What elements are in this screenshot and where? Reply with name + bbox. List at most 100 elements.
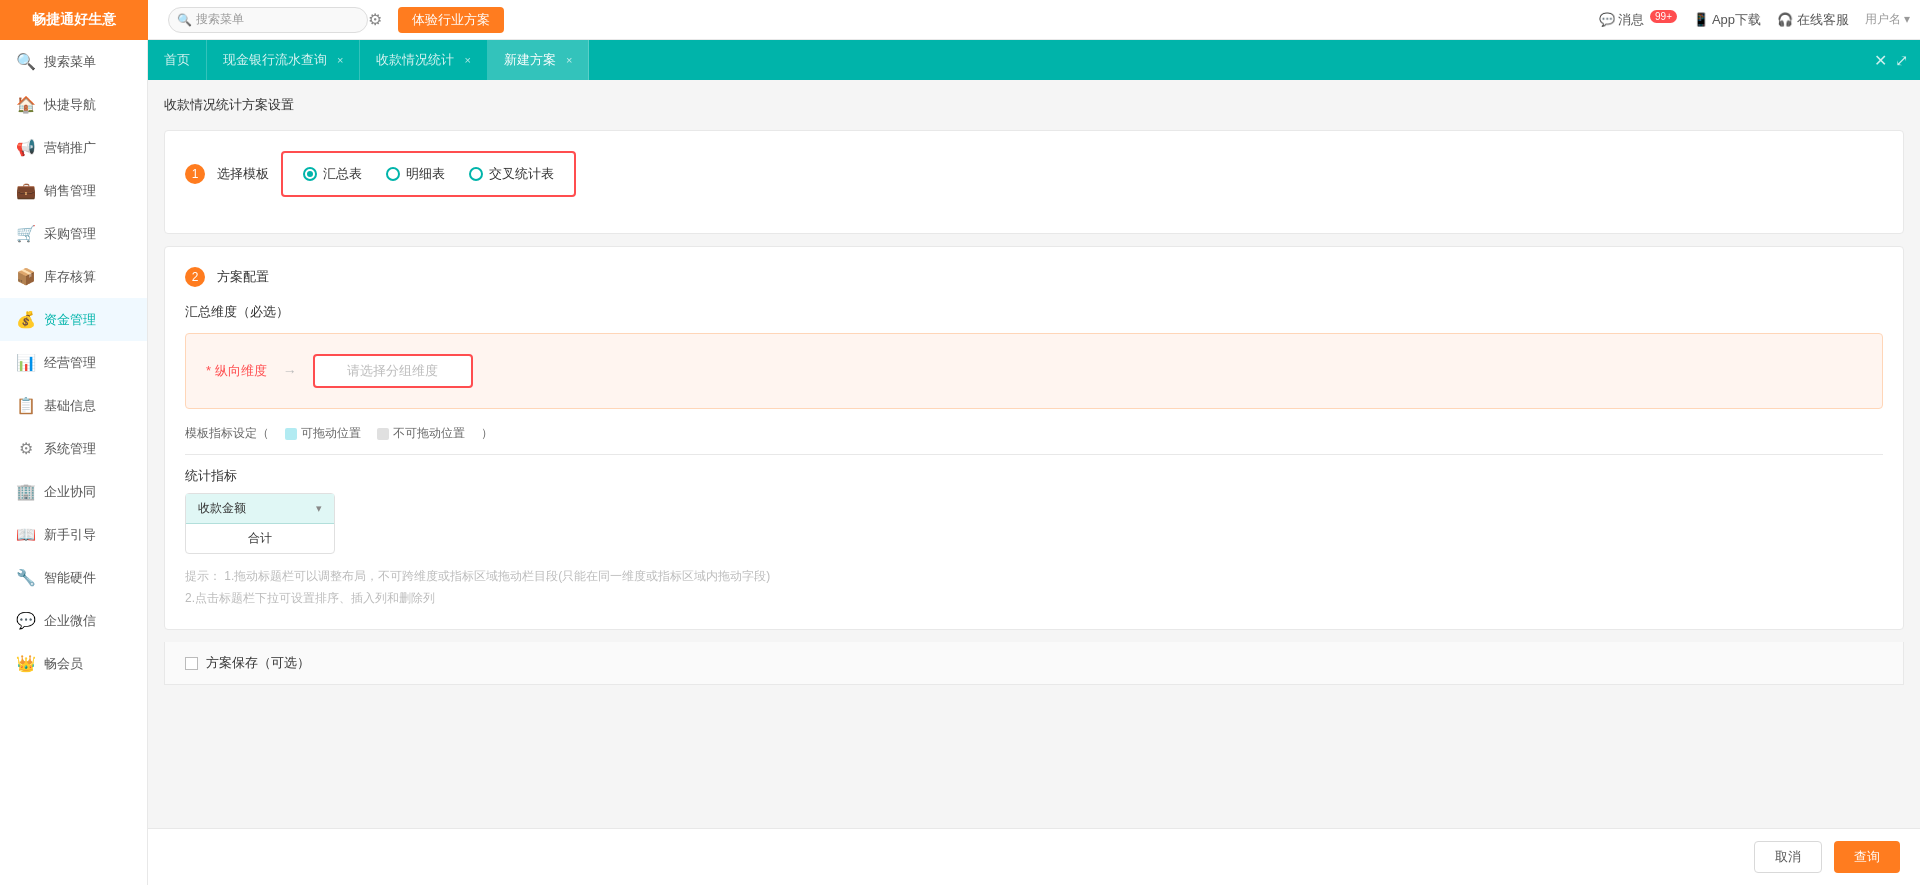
metrics-header: 模板指标设定（ 可拖动位置 不可拖动位置 ）	[185, 425, 1883, 442]
sidebar: 🔍 搜索菜单 🏠 快捷导航 📢 营销推广 💼 销售管理 🛒 采购管理 📦 库存核…	[0, 40, 148, 885]
tab-collection-close[interactable]: ×	[464, 54, 470, 66]
info-icon: 📋	[16, 396, 36, 415]
search-icon: 🔍	[16, 52, 36, 71]
radio-summary[interactable]: 汇总表	[303, 165, 362, 183]
sidebar-item-finance[interactable]: 💰 资金管理	[0, 298, 147, 341]
sidebar-item-enterprise[interactable]: 🏢 企业协同	[0, 470, 147, 513]
content-area: 首页 现金银行流水查询 × 收款情况统计 × 新建方案 × ✕ ⤢ 收款情况统计…	[148, 40, 1920, 885]
main-layout: 🔍 搜索菜单 🏠 快捷导航 📢 营销推广 💼 销售管理 🛒 采购管理 📦 库存核…	[0, 40, 1920, 885]
tab-new-plan-close[interactable]: ×	[566, 54, 572, 66]
sidebar-item-label: 库存核算	[44, 268, 96, 286]
radio-summary-label: 汇总表	[323, 165, 362, 183]
sidebar-item-label: 智能硬件	[44, 569, 96, 587]
tip-2: 2.点击标题栏下拉可设置排序、插入列和删除列	[185, 588, 1883, 610]
metrics-cell-total: 合计	[186, 524, 334, 553]
tab-collection-label: 收款情况统计	[376, 51, 454, 69]
sidebar-item-label: 资金管理	[44, 311, 96, 329]
radio-cross[interactable]: 交叉统计表	[469, 165, 554, 183]
sidebar-item-member[interactable]: 👑 畅会员	[0, 642, 147, 685]
download-item[interactable]: 📱 App下载	[1693, 11, 1761, 29]
close-window-icon[interactable]: ✕	[1874, 51, 1887, 70]
sidebar-item-label: 新手引导	[44, 526, 96, 544]
metrics-settings-label: 模板指标设定（	[185, 425, 269, 442]
hardware-icon: 🔧	[16, 568, 36, 587]
step2-circle: 2	[185, 267, 205, 287]
divider	[185, 454, 1883, 455]
sidebar-item-wechat[interactable]: 💬 企业微信	[0, 599, 147, 642]
search-bar[interactable]: 🔍 搜索菜单	[168, 7, 368, 33]
metrics-col-label: 收款金额	[198, 500, 246, 517]
tab-cash-flow-close[interactable]: ×	[337, 54, 343, 66]
logo-text: 畅捷通好生意	[32, 11, 116, 29]
unmovable-dot	[377, 428, 389, 440]
sidebar-item-label: 畅会员	[44, 655, 83, 673]
tab-cash-flow-label: 现金银行流水查询	[223, 51, 327, 69]
gear-icon[interactable]: ⚙	[368, 10, 382, 29]
trial-button[interactable]: 体验行业方案	[398, 7, 504, 33]
sidebar-item-label: 系统管理	[44, 440, 96, 458]
search-placeholder: 搜索菜单	[196, 11, 244, 28]
save-section: 方案保存（可选）	[164, 642, 1904, 685]
user-avatar[interactable]: 用户名 ▾	[1865, 11, 1910, 28]
tab-collection-stats[interactable]: 收款情况统计 ×	[360, 40, 487, 80]
unmovable-legend: 不可拖动位置	[377, 425, 465, 442]
movable-label: 可拖动位置	[301, 425, 361, 442]
radio-summary-btn[interactable]	[303, 167, 317, 181]
notification-item[interactable]: 💬 消息 99+	[1599, 11, 1677, 29]
query-button[interactable]: 查询	[1834, 841, 1900, 873]
system-icon: ⚙	[16, 439, 36, 458]
sidebar-item-inventory[interactable]: 📦 库存核算	[0, 255, 147, 298]
sidebar-item-purchase[interactable]: 🛒 采购管理	[0, 212, 147, 255]
step1-row: 1 选择模板 汇总表 明细表 交叉统计表	[185, 151, 1883, 197]
metrics-settings: 模板指标设定（ 可拖动位置 不可拖动位置 ） 统计指标	[185, 425, 1883, 554]
dimension-title: 汇总维度（必选）	[185, 303, 1883, 321]
sidebar-item-system[interactable]: ⚙ 系统管理	[0, 427, 147, 470]
unmovable-label: 不可拖动位置	[393, 425, 465, 442]
radio-detail-label: 明细表	[406, 165, 445, 183]
notification-badge: 99+	[1650, 10, 1677, 23]
step1-circle: 1	[185, 164, 205, 184]
movable-legend: 可拖动位置	[285, 425, 361, 442]
radio-detail-btn[interactable]	[386, 167, 400, 181]
tips-area: 提示： 1.拖动标题栏可以调整布局，不可跨维度或指标区域拖动栏目段(只能在同一维…	[185, 566, 1883, 609]
sidebar-item-label: 采购管理	[44, 225, 96, 243]
save-checkbox[interactable]	[185, 657, 198, 670]
tab-cash-flow[interactable]: 现金银行流水查询 ×	[207, 40, 360, 80]
sidebar-item-guide[interactable]: 📖 新手引导	[0, 513, 147, 556]
sidebar-item-label: 快捷导航	[44, 96, 96, 114]
step1-label: 选择模板	[217, 165, 269, 183]
sidebar-item-basic-info[interactable]: 📋 基础信息	[0, 384, 147, 427]
sidebar-item-nav[interactable]: 🏠 快捷导航	[0, 83, 147, 126]
tab-home[interactable]: 首页	[148, 40, 207, 80]
sidebar-item-marketing[interactable]: 📢 营销推广	[0, 126, 147, 169]
dimension-row: * 纵向维度 → 请选择分组维度	[206, 354, 1862, 388]
header-right: 💬 消息 99+ 📱 App下载 🎧 在线客服 用户名 ▾	[1599, 11, 1910, 29]
sidebar-item-sales[interactable]: 💼 销售管理	[0, 169, 147, 212]
dimension-select[interactable]: 请选择分组维度	[313, 354, 473, 388]
tab-bar: 首页 现金银行流水查询 × 收款情况统计 × 新建方案 × ✕ ⤢	[148, 40, 1920, 80]
radio-cross-btn[interactable]	[469, 167, 483, 181]
enterprise-icon: 🏢	[16, 482, 36, 501]
page-title: 收款情况统计方案设置	[164, 96, 1904, 114]
tab-new-plan[interactable]: 新建方案 ×	[488, 40, 589, 80]
radio-cross-label: 交叉统计表	[489, 165, 554, 183]
save-label: 方案保存（可选）	[206, 654, 310, 672]
bottom-actions: 取消 查询	[148, 828, 1920, 885]
radio-detail[interactable]: 明细表	[386, 165, 445, 183]
sidebar-item-label: 基础信息	[44, 397, 96, 415]
template-options: 汇总表 明细表 交叉统计表	[281, 151, 576, 197]
metrics-table: 收款金额 ▾ 合计	[185, 493, 335, 554]
expand-icon[interactable]: ⤢	[1895, 51, 1908, 70]
cancel-button[interactable]: 取消	[1754, 841, 1822, 873]
sidebar-item-search[interactable]: 🔍 搜索菜单	[0, 40, 147, 83]
sidebar-item-operations[interactable]: 📊 经营管理	[0, 341, 147, 384]
page-content: 收款情况统计方案设置 1 选择模板 汇总表 明细表	[148, 80, 1920, 828]
sidebar-item-label: 销售管理	[44, 182, 96, 200]
service-item[interactable]: 🎧 在线客服	[1777, 11, 1849, 29]
sidebar-item-label: 营销推广	[44, 139, 96, 157]
sidebar-item-hardware[interactable]: 🔧 智能硬件	[0, 556, 147, 599]
metrics-header-row[interactable]: 收款金额 ▾	[186, 494, 334, 524]
dropdown-arrow-icon[interactable]: ▾	[316, 502, 322, 515]
step2-row: 2 方案配置	[185, 267, 1883, 287]
sidebar-item-label: 经营管理	[44, 354, 96, 372]
